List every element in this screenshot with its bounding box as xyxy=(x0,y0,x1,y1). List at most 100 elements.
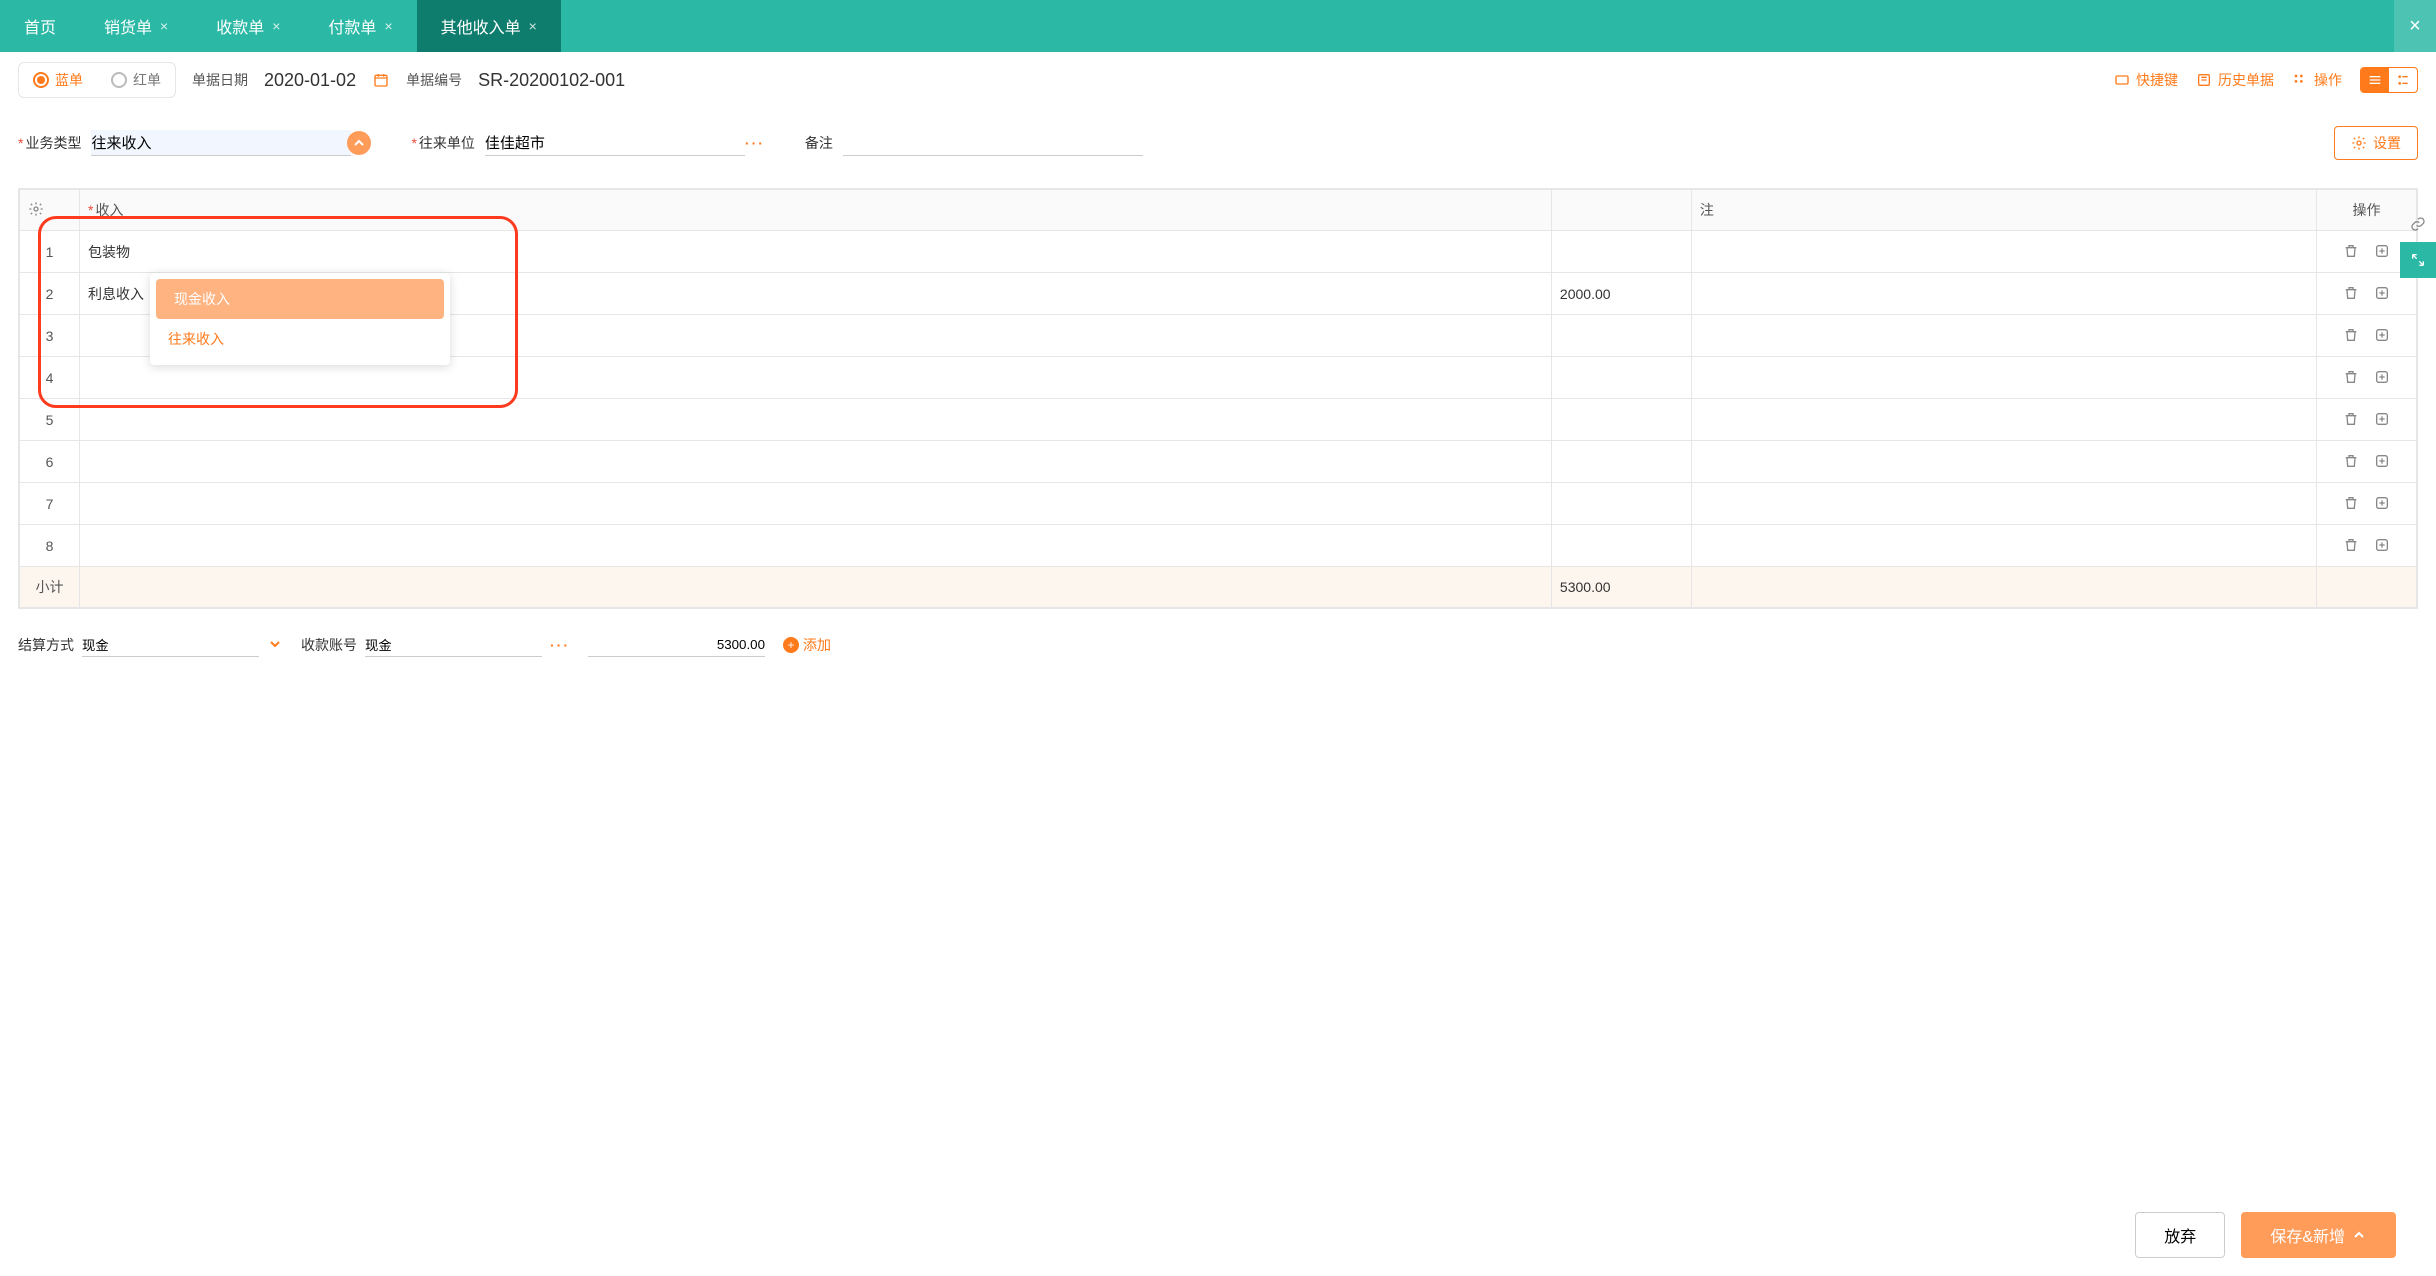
biz-type-input[interactable] xyxy=(91,130,351,156)
chevron-down-icon[interactable] xyxy=(267,636,283,655)
lookup-icon[interactable]: ··· xyxy=(550,637,570,653)
party-input[interactable] xyxy=(485,130,745,156)
ops-link[interactable]: 操作 xyxy=(2292,70,2342,90)
row-income[interactable] xyxy=(80,483,1552,525)
remark-input[interactable] xyxy=(843,130,1143,156)
add-row-icon[interactable] xyxy=(2372,409,2392,429)
row-amount[interactable] xyxy=(1551,231,1691,273)
remark-header: 注 xyxy=(1691,190,2316,231)
party-field: *往来单位 ··· xyxy=(411,130,764,156)
pay-amount-input[interactable] xyxy=(588,633,765,657)
add-payment-button[interactable]: +添加 xyxy=(783,635,831,655)
footer: 放弃 保存&新增 xyxy=(2095,1194,2436,1276)
row-number: 7 xyxy=(20,483,80,525)
right-rail xyxy=(2400,56,2436,278)
row-remark[interactable] xyxy=(1691,483,2316,525)
row-remark[interactable] xyxy=(1691,525,2316,567)
row-remark[interactable] xyxy=(1691,231,2316,273)
calendar-icon[interactable] xyxy=(372,71,390,89)
row-amount[interactable] xyxy=(1551,441,1691,483)
row-number: 3 xyxy=(20,315,80,357)
biz-type-dropdown: 现金收入 往来收入 xyxy=(150,273,450,365)
table-row[interactable]: 7 xyxy=(20,483,2417,525)
lookup-icon[interactable]: ··· xyxy=(745,135,765,151)
close-icon[interactable]: × xyxy=(272,18,280,34)
cancel-button[interactable]: 放弃 xyxy=(2135,1212,2225,1258)
row-amount[interactable]: 2000.00 xyxy=(1551,273,1691,315)
row-income[interactable]: 包装物 xyxy=(80,231,1552,273)
dropdown-item-cash[interactable]: 现金收入 xyxy=(156,279,444,319)
delete-icon[interactable] xyxy=(2341,283,2361,303)
table-row[interactable]: 1 包装物 xyxy=(20,231,2417,273)
tab-payment[interactable]: 付款单× xyxy=(304,0,416,52)
chevron-up-icon[interactable] xyxy=(347,131,371,155)
party-label: 往来单位 xyxy=(419,135,475,151)
date-label: 单据日期 xyxy=(192,70,248,90)
bill-type-toggle: 蓝单 红单 xyxy=(18,62,176,98)
row-remark[interactable] xyxy=(1691,399,2316,441)
row-remark[interactable] xyxy=(1691,441,2316,483)
dropdown-item-related[interactable]: 往来收入 xyxy=(150,319,450,359)
shortcut-link[interactable]: 快捷键 xyxy=(2114,70,2178,90)
window-close-button[interactable]: × xyxy=(2394,0,2436,52)
delete-icon[interactable] xyxy=(2341,241,2361,261)
row-number: 6 xyxy=(20,441,80,483)
amount-header xyxy=(1551,190,1691,231)
add-row-icon[interactable] xyxy=(2372,325,2392,345)
row-remark[interactable] xyxy=(1691,315,2316,357)
expand-icon[interactable] xyxy=(2400,242,2436,278)
blue-bill-option[interactable]: 蓝单 xyxy=(19,63,97,97)
row-amount[interactable] xyxy=(1551,357,1691,399)
tab-home[interactable]: 首页 xyxy=(0,0,80,52)
add-row-icon[interactable] xyxy=(2372,367,2392,387)
pay-account-input[interactable] xyxy=(365,633,542,657)
delete-icon[interactable] xyxy=(2341,451,2361,471)
number-label: 单据编号 xyxy=(406,70,462,90)
red-bill-option[interactable]: 红单 xyxy=(97,63,175,97)
subtotal-label: 小计 xyxy=(20,567,80,608)
view-list-button[interactable] xyxy=(2361,68,2389,92)
toolbar: 蓝单 红单 单据日期 2020-01-02 单据编号 SR-20200102-0… xyxy=(0,52,2436,108)
number-value: SR-20200102-001 xyxy=(478,70,625,91)
row-amount[interactable] xyxy=(1551,483,1691,525)
add-row-icon[interactable] xyxy=(2372,241,2392,261)
delete-icon[interactable] xyxy=(2341,325,2361,345)
row-number: 5 xyxy=(20,399,80,441)
row-income[interactable] xyxy=(80,525,1552,567)
close-icon[interactable]: × xyxy=(384,18,392,34)
row-number: 4 xyxy=(20,357,80,399)
row-amount[interactable] xyxy=(1551,315,1691,357)
tab-other-income[interactable]: 其他收入单× xyxy=(417,0,561,52)
row-remark[interactable] xyxy=(1691,357,2316,399)
tab-sales[interactable]: 销货单× xyxy=(80,0,192,52)
close-icon[interactable]: × xyxy=(529,18,537,34)
add-row-icon[interactable] xyxy=(2372,535,2392,555)
table-row[interactable]: 8 xyxy=(20,525,2417,567)
delete-icon[interactable] xyxy=(2341,409,2361,429)
date-value[interactable]: 2020-01-02 xyxy=(264,70,356,91)
row-amount[interactable] xyxy=(1551,399,1691,441)
gear-header[interactable] xyxy=(20,190,80,231)
delete-icon[interactable] xyxy=(2341,367,2361,387)
close-icon[interactable]: × xyxy=(160,18,168,34)
tab-receipt[interactable]: 收款单× xyxy=(192,0,304,52)
pay-method-input[interactable] xyxy=(82,633,259,657)
row-amount[interactable] xyxy=(1551,525,1691,567)
delete-icon[interactable] xyxy=(2341,535,2361,555)
add-row-icon[interactable] xyxy=(2372,493,2392,513)
add-row-icon[interactable] xyxy=(2372,283,2392,303)
table-row[interactable]: 6 xyxy=(20,441,2417,483)
link-icon[interactable] xyxy=(2400,206,2436,242)
history-link[interactable]: 历史单据 xyxy=(2196,70,2274,90)
pay-method-label: 结算方式 xyxy=(18,635,74,655)
table-row[interactable]: 5 xyxy=(20,399,2417,441)
add-row-icon[interactable] xyxy=(2372,451,2392,471)
remark-label: 备注 xyxy=(805,133,833,153)
delete-icon[interactable] xyxy=(2341,493,2361,513)
row-income[interactable] xyxy=(80,399,1552,441)
biz-type-label: 业务类型 xyxy=(25,135,81,151)
biz-type-field: *业务类型 xyxy=(18,130,371,156)
save-button[interactable]: 保存&新增 xyxy=(2241,1212,2396,1258)
row-income[interactable] xyxy=(80,441,1552,483)
row-remark[interactable] xyxy=(1691,273,2316,315)
